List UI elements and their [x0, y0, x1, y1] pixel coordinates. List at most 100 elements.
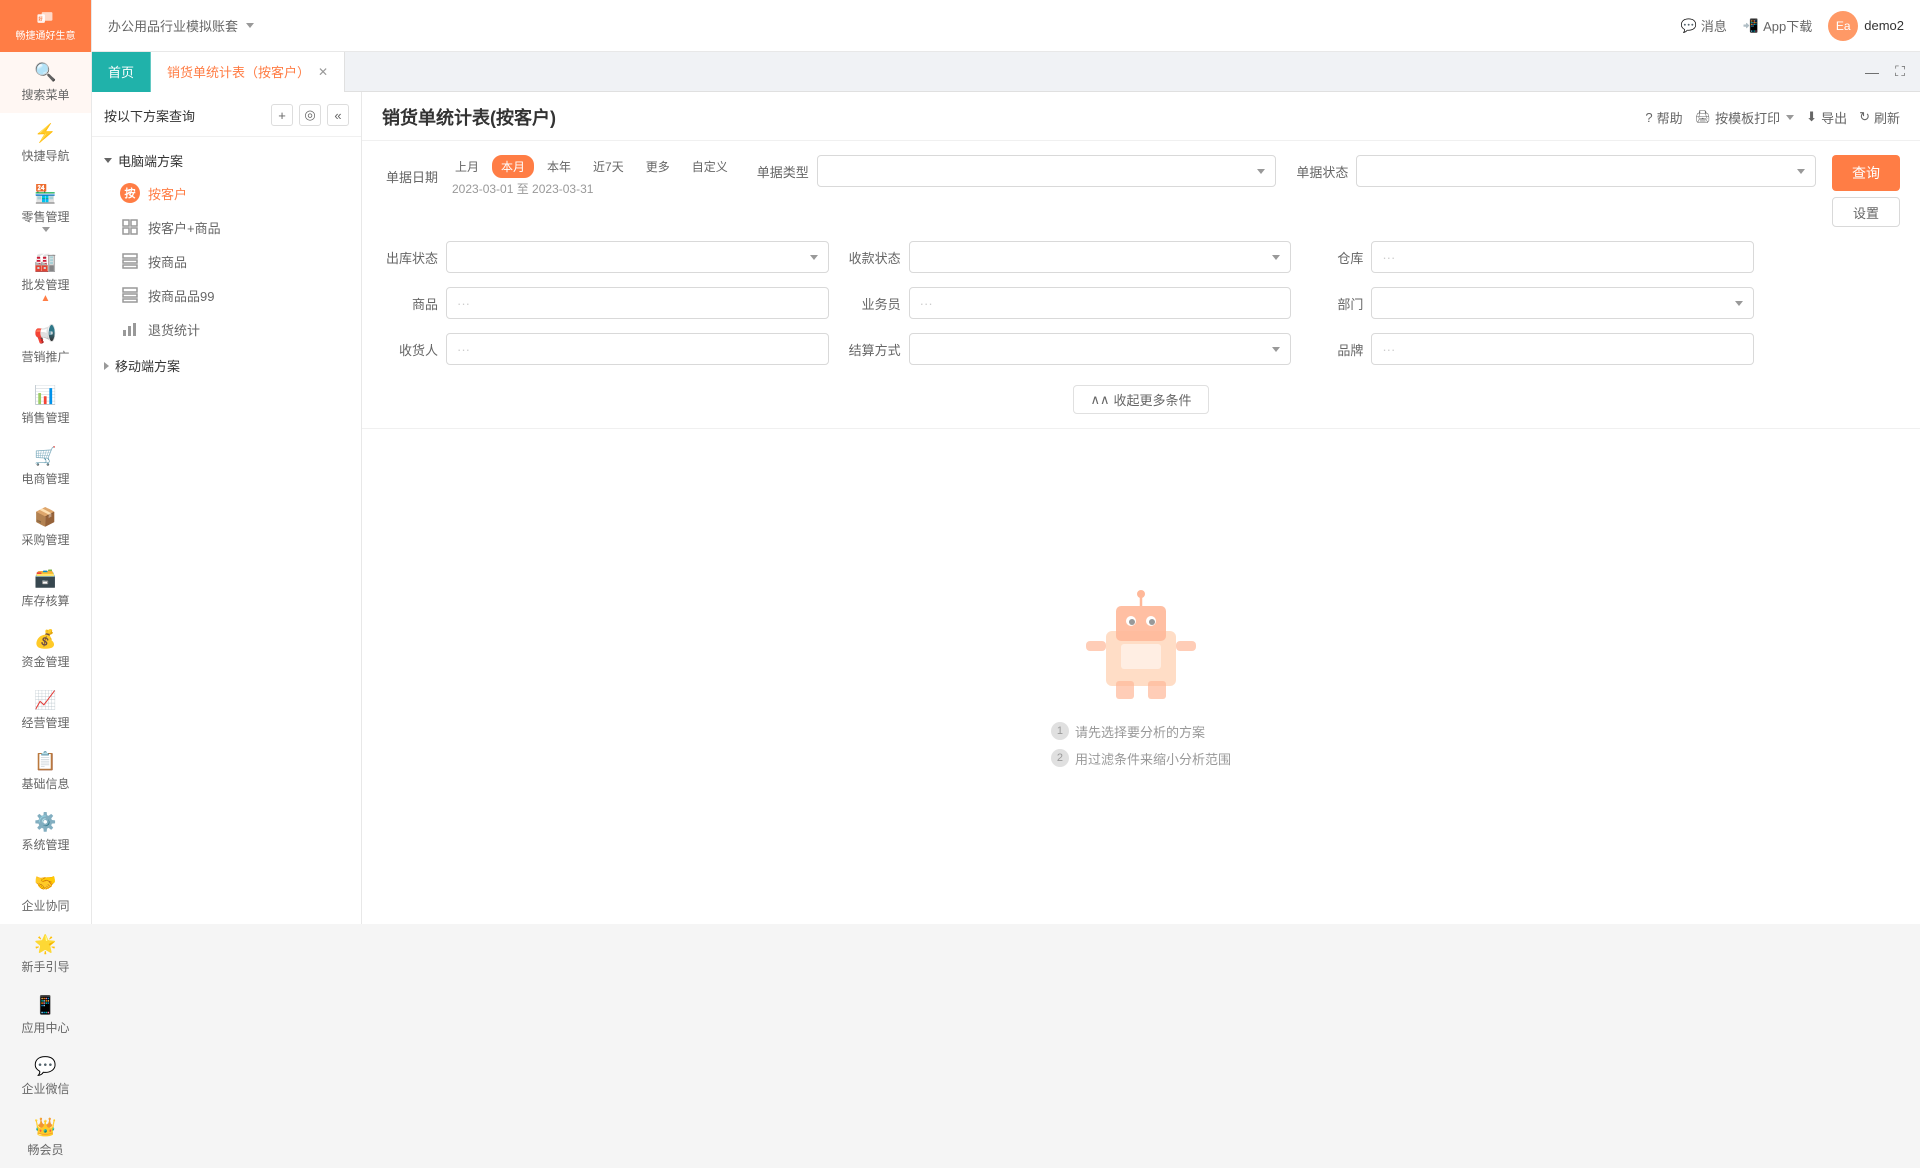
wechat-icon: 💬 [34, 1056, 56, 1077]
sidebar-item-wechat[interactable]: 💬 企业微信 [0, 1046, 91, 1107]
sidebar-item-operations[interactable]: 📈 经营管理 [0, 680, 91, 741]
collapse-panel-btn[interactable]: « [327, 104, 349, 126]
warehouse-select[interactable]: ··· [1371, 241, 1754, 273]
sidebar-item-system[interactable]: ⚙️ 系统管理 [0, 802, 91, 863]
purchase-icon: 📦 [34, 507, 56, 528]
scheme-item-by-customer-product[interactable]: 按客户+商品 [92, 210, 361, 244]
sidebar-item-marketing[interactable]: 📢 营销推广 [0, 314, 91, 375]
sidebar-item-purchase[interactable]: 📦 采购管理 [0, 497, 91, 558]
doc-status-label: 单据状态 [1292, 162, 1348, 181]
sidebar-item-wholesale[interactable]: 🏭 批发管理 ▲ [0, 242, 91, 314]
tip-num-1: 1 [1051, 722, 1069, 740]
add-scheme-btn[interactable]: + [271, 104, 293, 126]
main-area: 办公用品行业模拟账套 💬 消息 📲 App下载 Ea demo2 首页 [92, 0, 1920, 924]
appcenter-icon: 📱 [34, 995, 56, 1016]
panel-title: 按以下方案查询 [104, 106, 195, 125]
scheme-table-icon [120, 251, 140, 271]
print-dropdown-icon [1786, 115, 1794, 120]
doc-status-select[interactable] [1356, 155, 1816, 187]
sidebar-item-newbie[interactable]: 🌟 新手引导 [0, 924, 91, 985]
print-icon: 🖨 [1695, 109, 1712, 125]
sidebar-item-member[interactable]: 👑 畅会员 [0, 1107, 91, 1168]
date-btn-this-year[interactable]: 本年 [538, 155, 580, 178]
export-btn[interactable]: ⬇ 导出 [1806, 108, 1847, 127]
product-select[interactable]: ··· [446, 287, 829, 319]
tab-sales-stat[interactable]: 销货单统计表（按客户） ✕ [151, 52, 345, 92]
date-btn-last-month[interactable]: 上月 [446, 155, 488, 178]
doc-type-label: 单据类型 [753, 162, 809, 181]
workspace-dropdown-icon [246, 23, 254, 28]
desktop-group-title[interactable]: 电脑端方案 [92, 145, 361, 176]
wholesale-icon: 🏭 [34, 252, 56, 273]
scheme-item-by-product-99[interactable]: 按商品品99 [92, 278, 361, 312]
ecommerce-icon: 🛒 [34, 446, 56, 467]
sidebar-item-appcenter[interactable]: 📱 应用中心 [0, 985, 91, 1046]
date-label: 单据日期 [382, 167, 438, 186]
warehouse-label: 仓库 [1307, 248, 1363, 267]
sidebar: 好 畅捷通好生意 🔍 搜索菜单 ⚡ 快捷导航 🏪 零售管理 🏭 批发管理 ▲ 📢… [0, 0, 92, 924]
sidebar-item-retail[interactable]: 🏪 零售管理 [0, 174, 91, 242]
message-btn[interactable]: 💬 消息 [1681, 16, 1727, 35]
sidebar-item-ecommerce[interactable]: 🛒 电商管理 [0, 436, 91, 497]
sales-icon: 📊 [34, 385, 56, 406]
brand-select[interactable]: ··· [1371, 333, 1754, 365]
receipt-status-select[interactable] [909, 241, 1292, 273]
content-area: 按以下方案查询 + ◎ « 电脑端方案 按 按客户 [92, 92, 1920, 924]
doc-type-select[interactable] [817, 155, 1277, 187]
minimize-tab-btn[interactable]: — [1860, 60, 1884, 84]
svg-text:好: 好 [37, 16, 43, 23]
sidebar-item-enterprise[interactable]: 🤝 企业协同 [0, 863, 91, 924]
sidebar-item-sales[interactable]: 📊 销售管理 [0, 375, 91, 436]
workspace-selector[interactable]: 办公用品行业模拟账套 [108, 16, 254, 35]
receiver-select[interactable]: ··· [446, 333, 829, 365]
scheme-item-by-product[interactable]: 按商品 [92, 244, 361, 278]
retail-icon: 🏪 [34, 184, 56, 205]
close-tab-icon[interactable]: ✕ [318, 65, 328, 79]
top-header: 办公用品行业模拟账套 💬 消息 📲 App下载 Ea demo2 [92, 0, 1920, 52]
panel-actions: + ◎ « [271, 104, 349, 126]
print-btn[interactable]: 🖨 按模板打印 [1695, 108, 1795, 127]
app-download-btn[interactable]: 📲 App下载 [1743, 16, 1812, 35]
help-btn[interactable]: ? 帮助 [1645, 108, 1682, 127]
scheme-item-by-customer[interactable]: 按 按客户 [92, 176, 361, 210]
brand-label: 品牌 [1307, 340, 1363, 359]
scheme-item-return-stat[interactable]: 退货统计 [92, 312, 361, 346]
date-btn-custom[interactable]: 自定义 [683, 155, 737, 178]
date-btn-last-7[interactable]: 近7天 [584, 155, 633, 178]
mobile-group-title[interactable]: 移动端方案 [92, 350, 361, 381]
avatar: Ea [1828, 11, 1858, 41]
tab-home[interactable]: 首页 [92, 52, 151, 92]
out-status-select[interactable] [446, 241, 829, 273]
sidebar-item-finance[interactable]: 💰 资金管理 [0, 619, 91, 680]
tab-controls: — ⛶ [1860, 60, 1920, 84]
refresh-btn[interactable]: ↻ 刷新 [1859, 108, 1900, 127]
department-label: 部门 [1307, 294, 1363, 313]
filter-area: 单据日期 上月 本月 本年 近7天 更多 自定义 2023-03-01 至 20… [362, 141, 1920, 429]
receiver-label: 收货人 [382, 340, 438, 359]
salesperson-select[interactable]: ··· [909, 287, 1292, 319]
settlement-select[interactable] [909, 333, 1292, 365]
doc-status-dropdown-icon [1797, 169, 1805, 174]
sidebar-item-search[interactable]: 🔍 搜索菜单 [0, 52, 91, 113]
empty-tip-2: 2 用过滤条件来缩小分析范围 [1051, 749, 1231, 768]
out-status-dropdown-icon [810, 255, 818, 260]
sidebar-item-inventory[interactable]: 🗃️ 库存核算 [0, 558, 91, 619]
date-btn-more[interactable]: 更多 [637, 155, 679, 178]
user-profile[interactable]: Ea demo2 [1828, 11, 1904, 41]
sidebar-item-quicknav[interactable]: ⚡ 快捷导航 [0, 113, 91, 174]
member-icon: 👑 [34, 1117, 56, 1138]
edit-scheme-btn[interactable]: ◎ [299, 104, 321, 126]
query-button[interactable]: 查询 [1832, 155, 1900, 191]
sidebar-item-basic[interactable]: 📋 基础信息 [0, 741, 91, 802]
empty-tips: 1 请先选择要分析的方案 2 用过滤条件来缩小分析范围 [1051, 722, 1231, 768]
operations-icon: 📈 [34, 690, 56, 711]
receipt-status-label: 收款状态 [845, 248, 901, 267]
left-panel: 按以下方案查询 + ◎ « 电脑端方案 按 按客户 [92, 92, 362, 924]
maximize-tab-btn[interactable]: ⛶ [1888, 60, 1912, 84]
department-select[interactable] [1371, 287, 1754, 319]
collapse-filters-btn[interactable]: ∧∧ 收起更多条件 [1073, 385, 1208, 414]
date-btn-this-month[interactable]: 本月 [492, 155, 534, 178]
settings-button[interactable]: 设置 [1832, 197, 1900, 227]
scheme-table2-icon [120, 285, 140, 305]
export-icon: ⬇ [1806, 109, 1817, 125]
